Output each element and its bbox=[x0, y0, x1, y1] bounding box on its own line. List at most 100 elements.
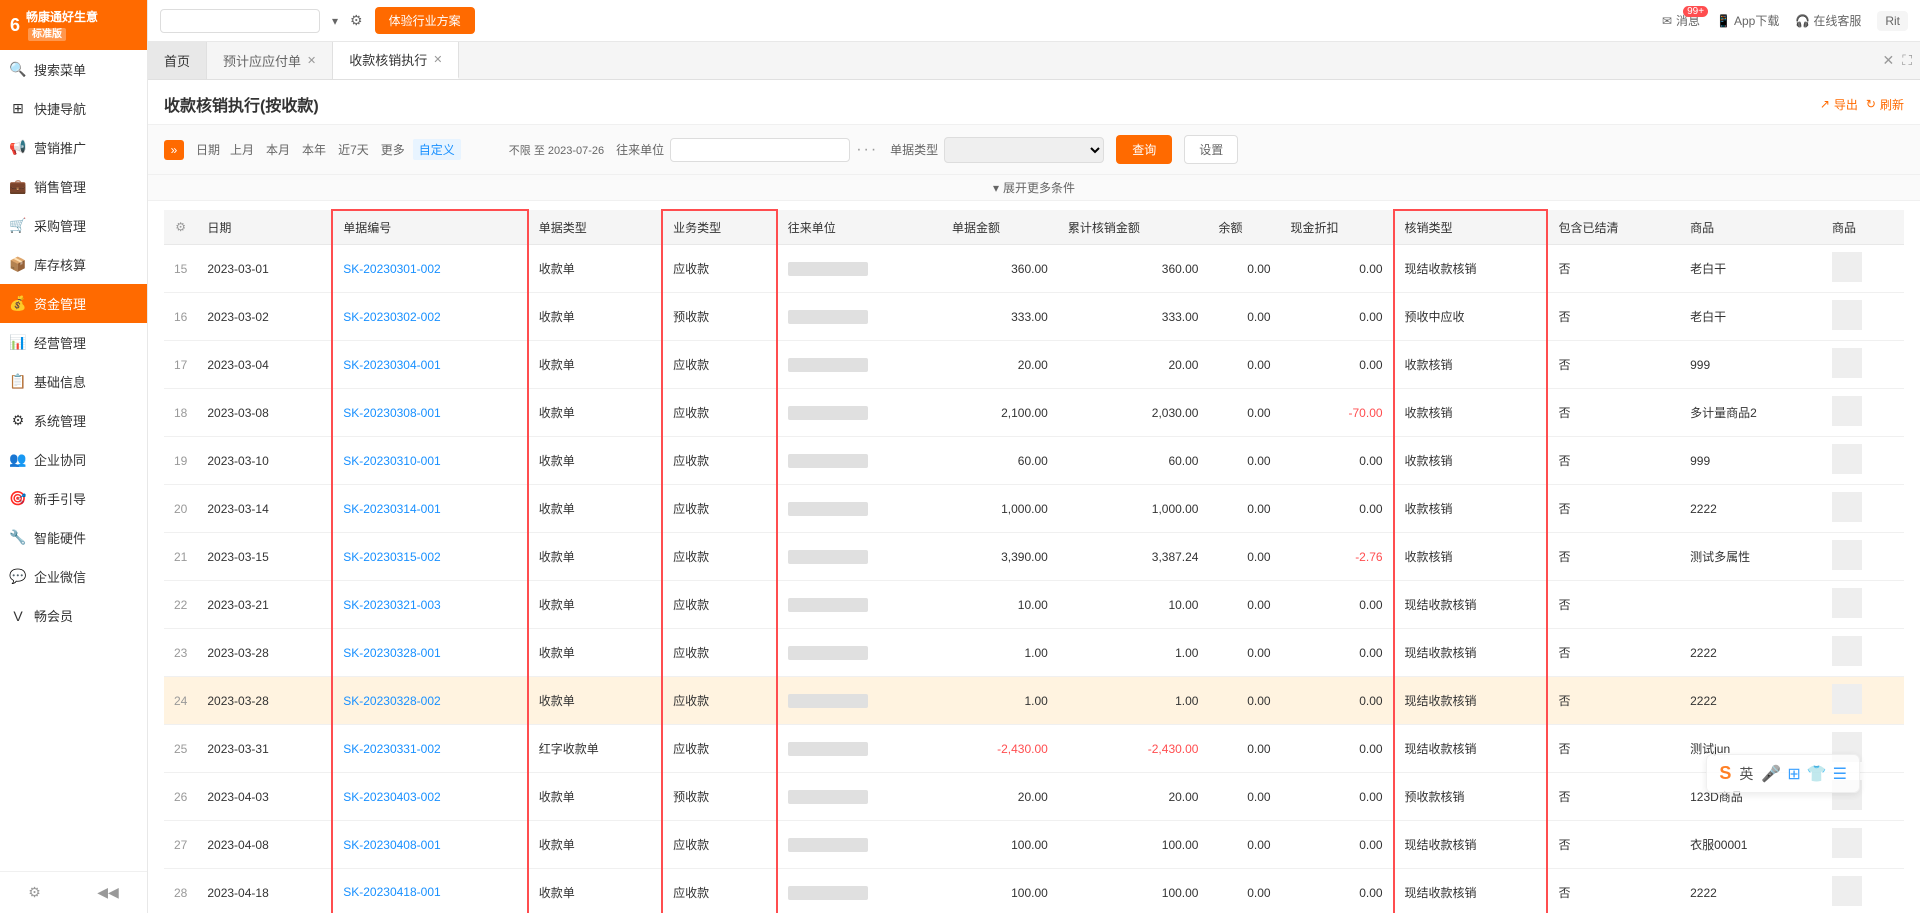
sidebar-item-快捷导航[interactable]: ⊞ 快捷导航 bbox=[0, 89, 147, 128]
row-product: 老白干 bbox=[1680, 293, 1822, 341]
bill-no-link[interactable]: SK-20230304-001 bbox=[343, 358, 440, 372]
grid-icon: ⊞ bbox=[1787, 764, 1800, 784]
bill-no-link[interactable]: SK-20230321-003 bbox=[343, 598, 440, 612]
sidebar-item-智能硬件[interactable]: 🔧 智能硬件 bbox=[0, 518, 147, 557]
row-biz-type: 应收款 bbox=[662, 245, 777, 293]
tab-payable-close-icon[interactable]: ✕ bbox=[307, 54, 316, 67]
row-amount: 60.00 bbox=[942, 437, 1058, 485]
row-biz-type: 预收款 bbox=[662, 293, 777, 341]
sidebar-icon-4: 🛒 bbox=[10, 218, 26, 234]
sidebar-item-基础信息[interactable]: 📋 基础信息 bbox=[0, 362, 147, 401]
sidebar-collapse-icon[interactable]: ◀◀ bbox=[93, 880, 123, 905]
logo-icon: 6 bbox=[10, 15, 20, 36]
filter-expand-button[interactable]: » bbox=[164, 140, 184, 160]
row-partner bbox=[777, 821, 942, 869]
bill-no-link[interactable]: SK-20230314-001 bbox=[343, 502, 440, 516]
row-cash-discount: -2.76 bbox=[1281, 533, 1394, 581]
settings-button[interactable]: 设置 bbox=[1184, 135, 1238, 164]
filter-last7-btn[interactable]: 近7天 bbox=[334, 139, 373, 160]
tab-expand-icon[interactable]: ⛶ bbox=[1902, 52, 1912, 69]
sidebar-item-搜索菜单[interactable]: 🔍 搜索菜单 bbox=[0, 50, 147, 89]
col-settings[interactable]: ⚙ bbox=[164, 210, 197, 245]
sidebar-icon-3: 💼 bbox=[10, 179, 26, 195]
filter-this-year-btn[interactable]: 本年 bbox=[298, 139, 330, 160]
row-bill-type: 收款单 bbox=[528, 341, 662, 389]
tab-payment-verify-close-icon[interactable]: ✕ bbox=[433, 53, 442, 66]
row-bill-no: SK-20230315-002 bbox=[332, 533, 528, 581]
table-row: 16 2023-03-02 SK-20230302-002 收款单 预收款 33… bbox=[164, 293, 1904, 341]
sidebar-item-新手引导[interactable]: 🎯 新手引导 bbox=[0, 479, 147, 518]
bill-no-link[interactable]: SK-20230315-002 bbox=[343, 550, 440, 564]
menu-icon: ☰ bbox=[1833, 764, 1847, 784]
row-product2 bbox=[1822, 677, 1904, 725]
filter-custom-btn[interactable]: 自定义 bbox=[413, 139, 461, 160]
bill-no-link[interactable]: SK-20230408-001 bbox=[343, 838, 440, 852]
table-row: 22 2023-03-21 SK-20230321-003 收款单 应收款 10… bbox=[164, 581, 1904, 629]
sidebar-item-企业协同[interactable]: 👥 企业协同 bbox=[0, 440, 147, 479]
bill-no-link[interactable]: SK-20230328-002 bbox=[343, 694, 440, 708]
topbar-right: ✉ 消息 99+ 📱 App下载 🎧 在线客服 Rit bbox=[1662, 11, 1908, 31]
row-product: 测试多属性 bbox=[1680, 533, 1822, 581]
filter-more-options-icon[interactable]: ··· bbox=[856, 141, 878, 159]
row-verify-type: 现结收款核销 bbox=[1394, 245, 1548, 293]
export-button[interactable]: ↗ 导出 bbox=[1820, 96, 1858, 113]
row-date: 2023-03-21 bbox=[197, 581, 332, 629]
tab-payable[interactable]: 预计应应付单 ✕ bbox=[207, 42, 333, 79]
row-bill-no: SK-20230314-001 bbox=[332, 485, 528, 533]
bill-no-link[interactable]: SK-20230302-002 bbox=[343, 310, 440, 324]
row-product: 2222 bbox=[1680, 869, 1822, 913]
sidebar-item-库存核算[interactable]: 📦 库存核算 bbox=[0, 245, 147, 284]
sidebar-item-营销推广[interactable]: 📢 营销推广 bbox=[0, 128, 147, 167]
bill-no-link[interactable]: SK-20230310-001 bbox=[343, 454, 440, 468]
bill-no-link[interactable]: SK-20230328-001 bbox=[343, 646, 440, 660]
query-button[interactable]: 查询 bbox=[1116, 135, 1172, 164]
row-bill-type: 收款单 bbox=[528, 629, 662, 677]
expand-more-button[interactable]: ▾ 展开更多条件 bbox=[993, 179, 1075, 196]
sidebar-item-经营管理[interactable]: 📊 经营管理 bbox=[0, 323, 147, 362]
filter-this-month-btn[interactable]: 本月 bbox=[262, 139, 294, 160]
sidebar-item-系统管理[interactable]: ⚙ 系统管理 bbox=[0, 401, 147, 440]
row-product: 2222 bbox=[1680, 677, 1822, 725]
filter-bill-type-select[interactable] bbox=[944, 137, 1104, 163]
row-partner bbox=[777, 725, 942, 773]
bill-no-link[interactable]: SK-20230403-002 bbox=[343, 790, 440, 804]
refresh-button[interactable]: ↻ 刷新 bbox=[1866, 96, 1904, 113]
sidebar-settings-icon[interactable]: ⚙ bbox=[24, 880, 45, 905]
sidebar-label-9: 系统管理 bbox=[34, 411, 86, 430]
row-total-amount: 2,030.00 bbox=[1058, 389, 1209, 437]
row-amount: 20.00 bbox=[942, 341, 1058, 389]
topbar-search-input[interactable] bbox=[160, 9, 320, 33]
sidebar-item-采购管理[interactable]: 🛒 采购管理 bbox=[0, 206, 147, 245]
bill-no-link[interactable]: SK-20230331-002 bbox=[343, 742, 440, 756]
bill-no-link[interactable]: SK-20230301-002 bbox=[343, 262, 440, 276]
sidebar-item-企业微信[interactable]: 💬 企业微信 bbox=[0, 557, 147, 596]
row-cash-discount: 0.00 bbox=[1281, 773, 1394, 821]
row-balance: 0.00 bbox=[1208, 245, 1280, 293]
row-cash-discount: 0.00 bbox=[1281, 245, 1394, 293]
sidebar-item-销售管理[interactable]: 💼 销售管理 bbox=[0, 167, 147, 206]
row-partner bbox=[777, 773, 942, 821]
app-download-button[interactable]: 📱 App下载 bbox=[1716, 12, 1779, 29]
bill-no-link[interactable]: SK-20230418-001 bbox=[343, 885, 440, 899]
bill-no-link[interactable]: SK-20230308-001 bbox=[343, 406, 440, 420]
sidebar-label-0: 搜索菜单 bbox=[34, 60, 86, 79]
sidebar-item-资金管理[interactable]: 💰 资金管理 bbox=[0, 284, 147, 323]
row-verify-type: 现结收款核销 bbox=[1394, 869, 1548, 913]
table-row: 23 2023-03-28 SK-20230328-001 收款单 应收款 1.… bbox=[164, 629, 1904, 677]
topbar-dropdown[interactable]: ▾ bbox=[332, 14, 338, 28]
table-row: 27 2023-04-08 SK-20230408-001 收款单 应收款 10… bbox=[164, 821, 1904, 869]
tab-close-all-icon[interactable]: ✕ bbox=[1882, 52, 1894, 69]
filter-partner-input[interactable] bbox=[670, 138, 850, 162]
topbar-gear-icon[interactable]: ⚙ bbox=[350, 12, 363, 29]
row-date: 2023-03-15 bbox=[197, 533, 332, 581]
filter-last-month-btn[interactable]: 上月 bbox=[226, 139, 258, 160]
row-partner bbox=[777, 341, 942, 389]
sidebar-item-畅会员[interactable]: V 畅会员 bbox=[0, 596, 147, 635]
message-button[interactable]: ✉ 消息 99+ bbox=[1662, 12, 1700, 29]
solution-button[interactable]: 体验行业方案 bbox=[375, 7, 475, 34]
user-info[interactable]: Rit bbox=[1877, 11, 1908, 31]
filter-more-btn[interactable]: 更多 bbox=[377, 139, 409, 160]
online-service-button[interactable]: 🎧 在线客服 bbox=[1795, 12, 1861, 29]
tab-payment-verify[interactable]: 收款核销执行 ✕ bbox=[333, 42, 459, 79]
tab-home[interactable]: 首页 bbox=[148, 42, 207, 79]
